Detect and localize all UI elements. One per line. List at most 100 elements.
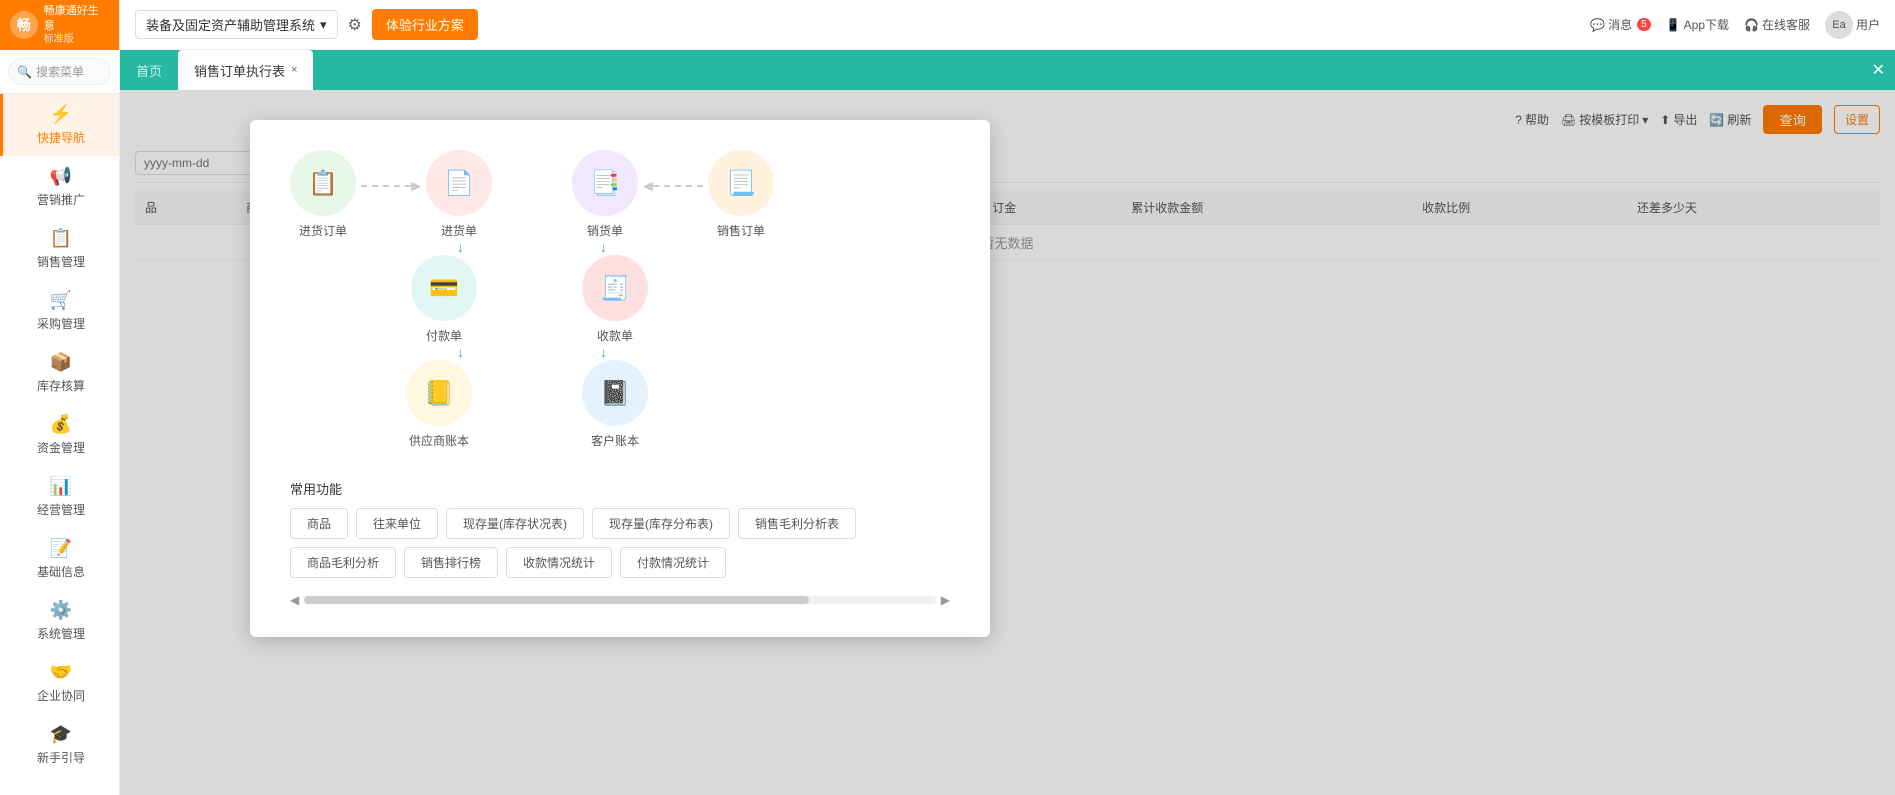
sidebar-item-finance[interactable]: 💰 资金管理 <box>0 404 119 466</box>
sidebar-label-quick-nav: 快捷导航 <box>37 129 85 146</box>
flow-node-supplier-ledger[interactable]: 📒 供应商账本 <box>406 360 472 449</box>
common-btn-8[interactable]: 付款情况统计 <box>620 547 726 578</box>
download-icon: 📱 <box>1666 18 1681 32</box>
message-badge: 5 <box>1637 18 1651 31</box>
purchase-order-label: 进货订单 <box>299 222 347 239</box>
flow-node-sales-order[interactable]: 📃 销售订单 <box>708 150 774 239</box>
sidebar-label-inventory: 库存核算 <box>37 377 85 394</box>
purchase-bill-icon: 📄 <box>426 150 492 216</box>
content-area: ? 帮助 🖨 按模板打印 ▾ ⬆ 导出 🔄 刷新 查询 设置 <box>120 90 1895 795</box>
sidebar-item-marketing[interactable]: 📢 营销推广 <box>0 156 119 218</box>
flow-node-receipt[interactable]: 🧾 收款单 <box>582 255 648 344</box>
experience-btn[interactable]: 体验行业方案 <box>372 9 478 40</box>
system-name: 装备及固定资产辅助管理系统 <box>146 15 315 34</box>
common-btn-7[interactable]: 收款情况统计 <box>506 547 612 578</box>
sidebar-label-purchase: 采购管理 <box>37 315 85 332</box>
top-bar: 装备及固定资产辅助管理系统 ▾ ⚙ 体验行业方案 💬 消息 5 📱 App下载 … <box>120 0 1895 50</box>
sales-bill-label: 销货单 <box>587 222 623 239</box>
sidebar-label-operations: 经营管理 <box>37 501 85 518</box>
logo-icon: 畅 <box>10 11 38 39</box>
common-btn-5[interactable]: 商品毛利分析 <box>290 547 396 578</box>
message-icon: 💬 <box>1590 18 1605 32</box>
common-functions-section: 常用功能 商品往来单位现存量(库存状况表)现存量(库存分布表)销售毛利分析表商品… <box>290 479 950 578</box>
sales-bill-icon: 📑 <box>572 150 638 216</box>
arrow-down-3: ↓ <box>600 239 607 255</box>
app-download-action[interactable]: 📱 App下载 <box>1666 16 1729 33</box>
supplier-ledger-label: 供应商账本 <box>409 432 469 449</box>
sidebar-item-purchase[interactable]: 🛒 采购管理 <box>0 280 119 342</box>
sidebar-nav: ⚡ 快捷导航 📢 营销推广 📋 销售管理 🛒 采购管理 📦 库存核算 💰 资金管… <box>0 94 119 776</box>
avatar: Ea <box>1825 11 1853 39</box>
sidebar-icon-system: ⚙️ <box>50 600 72 621</box>
purchase-order-icon: 📋 <box>290 150 356 216</box>
flow-node-sales-bill[interactable]: 📑 销货单 <box>572 150 638 239</box>
sidebar-label-system: 系统管理 <box>37 625 85 642</box>
sidebar-label-basic-info: 基础信息 <box>37 563 85 580</box>
settings-icon[interactable]: ⚙ <box>348 15 362 35</box>
scrollbar-track[interactable] <box>304 596 936 604</box>
sidebar-icon-enterprise: 🤝 <box>50 662 72 683</box>
arrow-down-2: ↓ <box>457 344 464 360</box>
sidebar-icon-operations: 📊 <box>50 476 72 497</box>
sidebar-item-enterprise[interactable]: 🤝 企业协同 <box>0 652 119 714</box>
sidebar-search-area: 🔍 搜索菜单 <box>0 50 119 94</box>
common-btn-2[interactable]: 现存量(库存状况表) <box>446 508 584 539</box>
sidebar: 畅 畅康通好生意 标准版 🔍 搜索菜单 ⚡ 快捷导航 📢 营销推广 📋 销售管理… <box>0 0 120 795</box>
common-buttons-container: 商品往来单位现存量(库存状况表) 现存量(库存分布表) 销售毛利分析表商品毛利分析销… <box>290 508 950 578</box>
sidebar-icon-marketing: 📢 <box>50 166 72 187</box>
sidebar-item-system[interactable]: ⚙️ 系统管理 <box>0 590 119 652</box>
flow-node-payment[interactable]: 💳 付款单 <box>411 255 477 344</box>
tab-home[interactable]: 首页 <box>120 50 178 90</box>
sidebar-icon-finance: 💰 <box>50 414 72 435</box>
top-bar-actions: 💬 消息 5 📱 App下载 🎧 在线客服 Ea 用户 <box>1590 11 1880 39</box>
scroll-right-btn[interactable]: ▶ <box>941 593 950 607</box>
tab-sales-execution[interactable]: 销售订单执行表 × <box>178 50 313 90</box>
common-functions-title: 常用功能 <box>290 479 950 498</box>
common-btn-1[interactable]: 往来单位 <box>356 508 438 539</box>
sidebar-icon-sales: 📋 <box>50 228 72 249</box>
receipt-label: 收款单 <box>597 327 633 344</box>
customer-ledger-icon: 📓 <box>582 360 648 426</box>
common-btn-3[interactable]: 现存量(库存分布表) <box>592 508 730 539</box>
search-menu-button[interactable]: 🔍 搜索菜单 <box>8 58 111 85</box>
arrow-down-4: ↓ <box>600 344 607 360</box>
system-selector[interactable]: 装备及固定资产辅助管理系统 ▾ <box>135 10 338 39</box>
sidebar-item-basic-info[interactable]: 📝 基础信息 <box>0 528 119 590</box>
payment-icon: 💳 <box>411 255 477 321</box>
common-btn-0[interactable]: 商品 <box>290 508 348 539</box>
sidebar-item-sales[interactable]: 📋 销售管理 <box>0 218 119 280</box>
sidebar-icon-newbie: 🎓 <box>50 724 72 745</box>
chevron-down-icon: ▾ <box>320 17 327 33</box>
flow-node-purchase-order[interactable]: 📋 进货订单 <box>290 150 356 239</box>
flow-node-purchase-bill[interactable]: 📄 进货单 <box>426 150 492 239</box>
sidebar-item-newbie[interactable]: 🎓 新手引导 <box>0 714 119 776</box>
service-icon: 🎧 <box>1744 18 1759 32</box>
customer-ledger-label: 客户账本 <box>591 432 639 449</box>
scroll-left-btn[interactable]: ◀ <box>290 593 299 607</box>
sales-order-label: 销售订单 <box>717 222 765 239</box>
search-icon: 🔍 <box>17 65 32 79</box>
user-action[interactable]: Ea 用户 <box>1825 11 1880 39</box>
common-btn-6[interactable]: 销售排行榜 <box>404 547 498 578</box>
purchase-bill-label: 进货单 <box>441 222 477 239</box>
arrow-down-1: ↓ <box>457 239 464 255</box>
close-all-tabs-btn[interactable]: ✕ <box>1862 50 1895 90</box>
sidebar-item-inventory[interactable]: 📦 库存核算 <box>0 342 119 404</box>
sidebar-label-finance: 资金管理 <box>37 439 85 456</box>
sidebar-icon-purchase: 🛒 <box>50 290 72 311</box>
sales-order-icon: 📃 <box>708 150 774 216</box>
scrollbar-thumb <box>304 596 809 604</box>
popup-scrollbar: ◀ ▶ <box>290 593 950 607</box>
sidebar-label-marketing: 营销推广 <box>37 191 85 208</box>
sidebar-item-quick-nav[interactable]: ⚡ 快捷导航 <box>0 94 119 156</box>
common-btn-4[interactable]: 销售毛利分析表 <box>738 508 856 539</box>
payment-label: 付款单 <box>426 327 462 344</box>
flow-node-customer-ledger[interactable]: 📓 客户账本 <box>582 360 648 449</box>
sidebar-item-operations[interactable]: 📊 经营管理 <box>0 466 119 528</box>
flow-diagram: 📋 进货订单 ▶ 📄 进货单 <box>290 150 950 449</box>
sidebar-label-enterprise: 企业协同 <box>37 687 85 704</box>
message-action[interactable]: 💬 消息 5 <box>1590 16 1651 33</box>
online-service-action[interactable]: 🎧 在线客服 <box>1744 16 1810 33</box>
sidebar-icon-quick-nav: ⚡ <box>50 104 72 125</box>
tab-close-icon[interactable]: × <box>291 64 297 76</box>
